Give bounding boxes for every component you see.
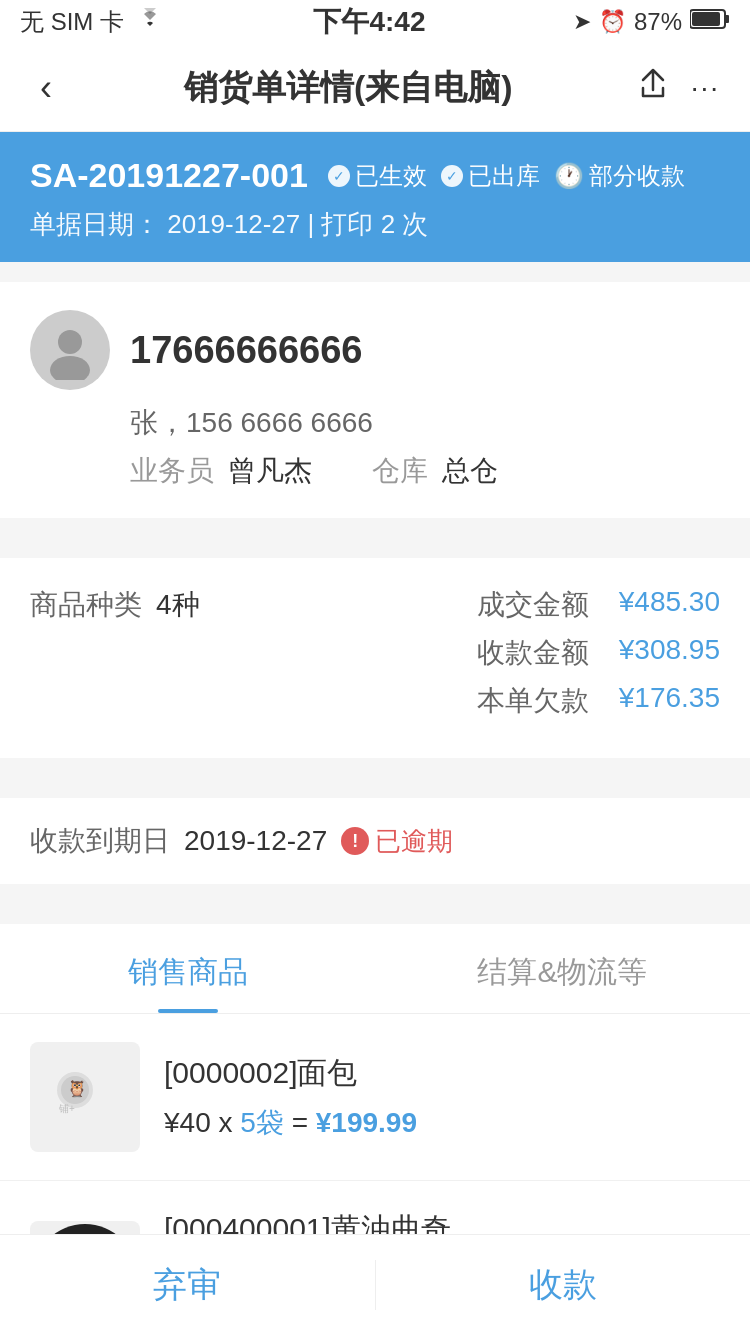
overdue-badge: ! 已逾期 (341, 824, 453, 859)
check-icon-2: ✓ (441, 165, 463, 187)
product-name-1: [0000002]面包 (164, 1053, 720, 1094)
product-total-1: ¥199.99 (316, 1107, 417, 1138)
more-icon[interactable]: ··· (691, 72, 720, 104)
product-price-1: ¥40 x 5袋 = ¥199.99 (164, 1104, 720, 1142)
share-icon[interactable] (635, 66, 671, 110)
avatar (30, 310, 110, 390)
received-row: 收款金额 ¥308.95 (477, 634, 720, 672)
category-stat: 商品种类 4种 (30, 586, 200, 624)
status-time: 下午4:42 (313, 3, 425, 41)
customer-section: 17666666666 张，156 6666 6666 业务员 曾凡杰 仓库 总… (0, 282, 750, 518)
header-date: 单据日期： 2019-12-27 | 打印 2 次 (30, 207, 720, 242)
warehouse-label: 仓库 (372, 452, 428, 490)
received-label: 收款金额 (477, 634, 589, 672)
order-id: SA-20191227-001 (30, 156, 308, 195)
bottom-bar: 弃审 收款 (0, 1234, 750, 1334)
wifi-icon (134, 8, 166, 36)
category-value: 4种 (156, 586, 200, 624)
tab-products[interactable]: 销售商品 (0, 924, 375, 1013)
customer-top: 17666666666 (30, 310, 720, 390)
debt-value: ¥176.35 (619, 682, 720, 720)
customer-meta: 业务员 曾凡杰 仓库 总仓 (130, 452, 720, 490)
amount-row: 成交金额 ¥485.30 (477, 586, 720, 624)
status-bar: 无 SIM 卡 下午4:42 ➤ ⏰ 87% (0, 0, 750, 44)
badge-active: ✓ 已生效 (328, 160, 427, 192)
svg-text:🦉: 🦉 (67, 1079, 87, 1098)
badge-partial: 🕐 部分收款 (554, 160, 685, 192)
collect-button[interactable]: 收款 (376, 1242, 751, 1328)
amount-label: 成交金额 (477, 586, 589, 624)
tab-settlement[interactable]: 结算&物流等 (375, 924, 750, 1013)
status-badges: ✓ 已生效 ✓ 已出库 🕐 部分收款 (328, 160, 685, 192)
customer-name-phone: 张，156 6666 6666 (130, 404, 720, 442)
received-value: ¥308.95 (619, 634, 720, 672)
due-label: 收款到期日 (30, 822, 170, 860)
battery-text: 87% (634, 8, 682, 36)
salesman-label: 业务员 (130, 452, 214, 490)
badge-shipped: ✓ 已出库 (441, 160, 540, 192)
check-icon-1: ✓ (328, 165, 350, 187)
carrier-text: 无 SIM 卡 (20, 6, 124, 38)
amount-value: ¥485.30 (619, 586, 720, 624)
warehouse-info: 仓库 总仓 (372, 452, 498, 490)
back-button[interactable]: ‹ (30, 57, 62, 119)
tabs-section: 销售商品 结算&物流等 (0, 924, 750, 1014)
product-thumbnail-1: 🦉 铺+ (30, 1042, 140, 1152)
debt-row: 本单欠款 ¥176.35 (477, 682, 720, 720)
product-info-1: [0000002]面包 ¥40 x 5袋 = ¥199.99 (164, 1053, 720, 1142)
location-icon: ➤ (573, 9, 591, 35)
product-qty-1: 5袋 (240, 1107, 284, 1138)
due-date-value: 2019-12-27 (184, 825, 327, 857)
svg-point-3 (58, 330, 82, 354)
stats-section: 商品种类 4种 成交金额 ¥485.30 收款金额 ¥308.95 本单欠款 ¥… (0, 558, 750, 758)
category-label: 商品种类 (30, 586, 142, 624)
clock-icon: 🕐 (554, 162, 584, 190)
svg-text:铺+: 铺+ (58, 1103, 75, 1114)
overdue-text: 已逾期 (375, 824, 453, 859)
salesman-value: 曾凡杰 (228, 452, 312, 490)
nav-bar: ‹ 销货单详情(来自电脑) ··· (0, 44, 750, 132)
reject-button[interactable]: 弃审 (0, 1242, 375, 1328)
alarm-icon: ⏰ (599, 9, 626, 35)
svg-rect-2 (692, 12, 720, 26)
due-section: 收款到期日 2019-12-27 ! 已逾期 (0, 798, 750, 884)
overdue-icon: ! (341, 827, 369, 855)
customer-phone: 17666666666 (130, 329, 362, 372)
status-left: 无 SIM 卡 (20, 6, 166, 38)
debt-label: 本单欠款 (477, 682, 589, 720)
svg-rect-1 (725, 15, 729, 23)
salesman-info: 业务员 曾凡杰 (130, 452, 312, 490)
list-item: 🦉 铺+ [0000002]面包 ¥40 x 5袋 = ¥199.99 (0, 1014, 750, 1181)
header-top: SA-20191227-001 ✓ 已生效 ✓ 已出库 🕐 部分收款 (30, 156, 720, 195)
warehouse-value: 总仓 (442, 452, 498, 490)
stats-left: 商品种类 4种 (30, 586, 200, 632)
nav-right-actions: ··· (635, 66, 720, 110)
order-header: SA-20191227-001 ✓ 已生效 ✓ 已出库 🕐 部分收款 单据日期：… (0, 132, 750, 262)
stats-right: 成交金额 ¥485.30 收款金额 ¥308.95 本单欠款 ¥176.35 (477, 586, 720, 730)
page-title: 销货单详情(来自电脑) (62, 65, 635, 111)
status-right: ➤ ⏰ 87% (573, 8, 730, 36)
battery-icon (690, 8, 730, 36)
svg-point-4 (50, 356, 90, 380)
